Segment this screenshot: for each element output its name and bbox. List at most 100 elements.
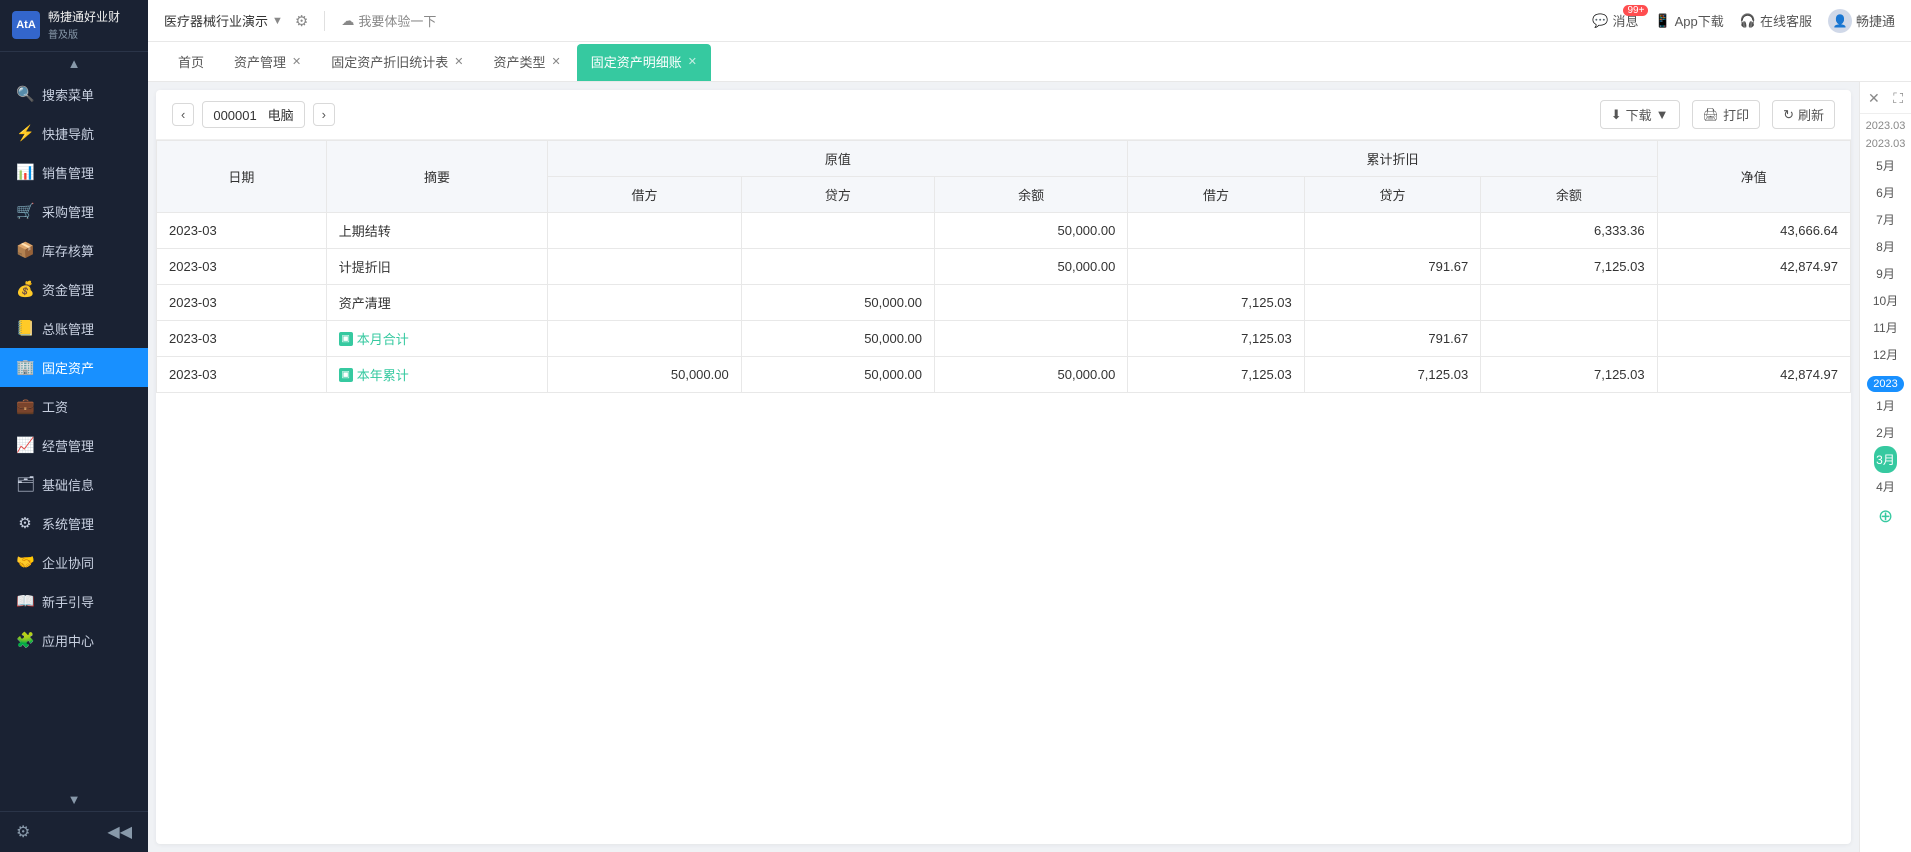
tab-close-assetmgmt[interactable]: ✕ bbox=[292, 55, 301, 68]
sidebar-item-sales[interactable]: 📊销售管理 bbox=[0, 153, 148, 192]
cell-orig-debit bbox=[548, 213, 741, 249]
cell-orig-balance: 50,000.00 bbox=[935, 249, 1128, 285]
sidebar-item-sysadmin[interactable]: ⚙系统管理 bbox=[0, 504, 148, 543]
tab-label-home: 首页 bbox=[178, 52, 204, 71]
timeline-month2-4月[interactable]: 4月 bbox=[1868, 473, 1903, 500]
sidebar-label-collab: 企业协同 bbox=[42, 553, 132, 572]
prev-asset-btn[interactable]: ‹ bbox=[172, 103, 194, 126]
timeline-month-5月[interactable]: 5月 bbox=[1871, 152, 1900, 179]
timeline-down-btn[interactable]: ⊕ bbox=[1878, 506, 1893, 527]
sidebar-item-collab[interactable]: 🤝企业协同 bbox=[0, 543, 148, 582]
cell-summary: ▣本年累计 bbox=[326, 357, 548, 393]
refresh-btn[interactable]: ↻ 刷新 bbox=[1772, 100, 1835, 129]
sidebar-item-inventory[interactable]: 📦库存核算 bbox=[0, 231, 148, 270]
sidebar-item-quicknav[interactable]: ⚡快捷导航 bbox=[0, 114, 148, 153]
tab-assetdetail[interactable]: 固定资产明细账 ✕ bbox=[577, 44, 711, 81]
cell-accum-debit bbox=[1128, 249, 1304, 285]
sidebar-item-ledger[interactable]: 📒总账管理 bbox=[0, 309, 148, 348]
asset-code: 000001 bbox=[213, 108, 256, 123]
cell-orig-credit: 50,000.00 bbox=[741, 357, 934, 393]
timeline-month2-3月[interactable]: 3月 bbox=[1874, 446, 1897, 473]
message-btn[interactable]: 💬 消息 99+ bbox=[1592, 11, 1638, 30]
cell-orig-debit bbox=[548, 249, 741, 285]
cell-summary: 计提折旧 bbox=[326, 249, 548, 285]
timeline-scroll-down-icon[interactable]: ⊕ bbox=[1878, 506, 1893, 526]
timeline-month-8月[interactable]: 8月 bbox=[1871, 233, 1900, 260]
sidebar-label-salary: 工资 bbox=[42, 397, 132, 416]
timeline-month2-2月[interactable]: 2月 bbox=[1868, 419, 1903, 446]
avatar: 👤 bbox=[1828, 9, 1852, 33]
operations-icon: 📈 bbox=[16, 436, 34, 454]
cell-accum-credit: 791.67 bbox=[1304, 249, 1480, 285]
collapse-icon[interactable]: ◀◀ bbox=[107, 822, 132, 842]
timeline-expand-icon[interactable]: ⛶ bbox=[1893, 90, 1903, 107]
download-btn[interactable]: ⬇ 下载 ▼ bbox=[1600, 100, 1680, 129]
sidebar-item-search[interactable]: 🔍搜索菜单 bbox=[0, 75, 148, 114]
sysadmin-icon: ⚙ bbox=[16, 514, 34, 532]
cell-date: 2023-03 bbox=[157, 249, 327, 285]
sidebar-scroll-down[interactable]: ▼ bbox=[0, 788, 148, 811]
asset-name: 电脑 bbox=[268, 108, 294, 123]
download-label: 下载 bbox=[1626, 105, 1652, 124]
download-dropdown-icon: ▼ bbox=[1656, 107, 1669, 122]
user-area[interactable]: 👤 畅捷通 bbox=[1828, 9, 1895, 33]
settings-icon[interactable]: ⚙ bbox=[16, 822, 30, 842]
logo-title: 畅捷通好业财 bbox=[48, 10, 120, 26]
timeline-top: ✕ ⛶ bbox=[1860, 86, 1911, 114]
topbar-divider bbox=[324, 11, 325, 31]
experience-btn[interactable]: ☁ 我要体验一下 bbox=[341, 11, 436, 30]
tab-label-assetdetail: 固定资产明细账 bbox=[591, 52, 682, 71]
cell-orig-debit bbox=[548, 285, 741, 321]
sidebar-scroll-up[interactable]: ▲ bbox=[0, 52, 148, 75]
timeline-close-icon[interactable]: ✕ bbox=[1868, 90, 1880, 107]
sidebar-item-guide[interactable]: 📖新手引导 bbox=[0, 582, 148, 621]
tab-assettype[interactable]: 资产类型 ✕ bbox=[479, 44, 574, 81]
cell-accum-balance bbox=[1481, 321, 1657, 357]
print-btn[interactable]: 🖨 打印 bbox=[1692, 100, 1761, 129]
sidebar-item-baseinfo[interactable]: 🗂基础信息 bbox=[0, 465, 148, 504]
cell-date: 2023-03 bbox=[157, 357, 327, 393]
sidebar-nav: 🔍搜索菜单⚡快捷导航📊销售管理🛒采购管理📦库存核算💰资金管理📒总账管理🏢固定资产… bbox=[0, 75, 148, 788]
sidebar: AtA 畅捷通好业财 普及版 ▲ 🔍搜索菜单⚡快捷导航📊销售管理🛒采购管理📦库存… bbox=[0, 0, 148, 852]
timeline-header-1: 2023.03 bbox=[1866, 116, 1906, 134]
sidebar-item-purchase[interactable]: 🛒采购管理 bbox=[0, 192, 148, 231]
cell-orig-balance: 50,000.00 bbox=[935, 213, 1128, 249]
timeline-header-2: 2023.03 bbox=[1866, 134, 1906, 152]
tab-assetmgmt[interactable]: 资产管理✕ bbox=[220, 44, 315, 81]
app-download-btn[interactable]: 📱 App下载 bbox=[1654, 11, 1723, 30]
timeline-month-7月[interactable]: 7月 bbox=[1871, 206, 1900, 233]
data-table: 日期 摘要 原值 累计折旧 净值 借方 贷方 余额 借方 贷方 余额 bbox=[156, 140, 1851, 393]
sidebar-item-salary[interactable]: 💼工资 bbox=[0, 387, 148, 426]
cell-orig-credit bbox=[741, 213, 934, 249]
timeline-month-9月[interactable]: 9月 bbox=[1871, 260, 1900, 287]
tab-label-assettype: 资产类型 bbox=[493, 52, 545, 71]
tab-depreciation[interactable]: 固定资产折旧统计表✕ bbox=[317, 44, 477, 81]
next-asset-btn[interactable]: › bbox=[313, 103, 335, 126]
print-label: 打印 bbox=[1723, 105, 1749, 124]
cell-orig-balance bbox=[935, 285, 1128, 321]
sidebar-item-operations[interactable]: 📈 经营管理 bbox=[0, 426, 148, 465]
sidebar-label-operations: 经营管理 bbox=[42, 436, 132, 455]
print-icon: 🖨 bbox=[1703, 107, 1720, 123]
cell-accum-debit: 7,125.03 bbox=[1128, 357, 1304, 393]
timeline-month-12月[interactable]: 12月 bbox=[1871, 341, 1900, 368]
sidebar-item-funds[interactable]: 💰资金管理 bbox=[0, 270, 148, 309]
tab-close-assetdetail[interactable]: ✕ bbox=[688, 55, 697, 68]
sidebar-label-search: 搜索菜单 bbox=[42, 85, 132, 104]
timeline-month2-1月[interactable]: 1月 bbox=[1868, 392, 1903, 419]
company-settings-icon[interactable]: ⚙ bbox=[295, 12, 308, 30]
company-selector[interactable]: 医疗器械行业演示 ▼ bbox=[164, 11, 283, 30]
tab-close-depreciation[interactable]: ✕ bbox=[454, 55, 463, 68]
timeline-month-6月[interactable]: 6月 bbox=[1871, 179, 1900, 206]
customer-service-btn[interactable]: 🎧 在线客服 bbox=[1740, 11, 1812, 30]
customer-service-label: 在线客服 bbox=[1760, 11, 1812, 30]
tab-home[interactable]: 首页 bbox=[164, 44, 218, 81]
cell-accum-credit bbox=[1304, 213, 1480, 249]
cell-netvalue bbox=[1657, 321, 1850, 357]
funds-icon: 💰 bbox=[16, 280, 34, 298]
tab-close-assettype[interactable]: ✕ bbox=[552, 55, 561, 68]
sidebar-item-appcenter[interactable]: 🧩应用中心 bbox=[0, 621, 148, 660]
timeline-month-11月[interactable]: 11月 bbox=[1871, 314, 1900, 341]
timeline-month-10月[interactable]: 10月 bbox=[1871, 287, 1900, 314]
sidebar-item-fixedassets[interactable]: 🏢固定资产 bbox=[0, 348, 148, 387]
